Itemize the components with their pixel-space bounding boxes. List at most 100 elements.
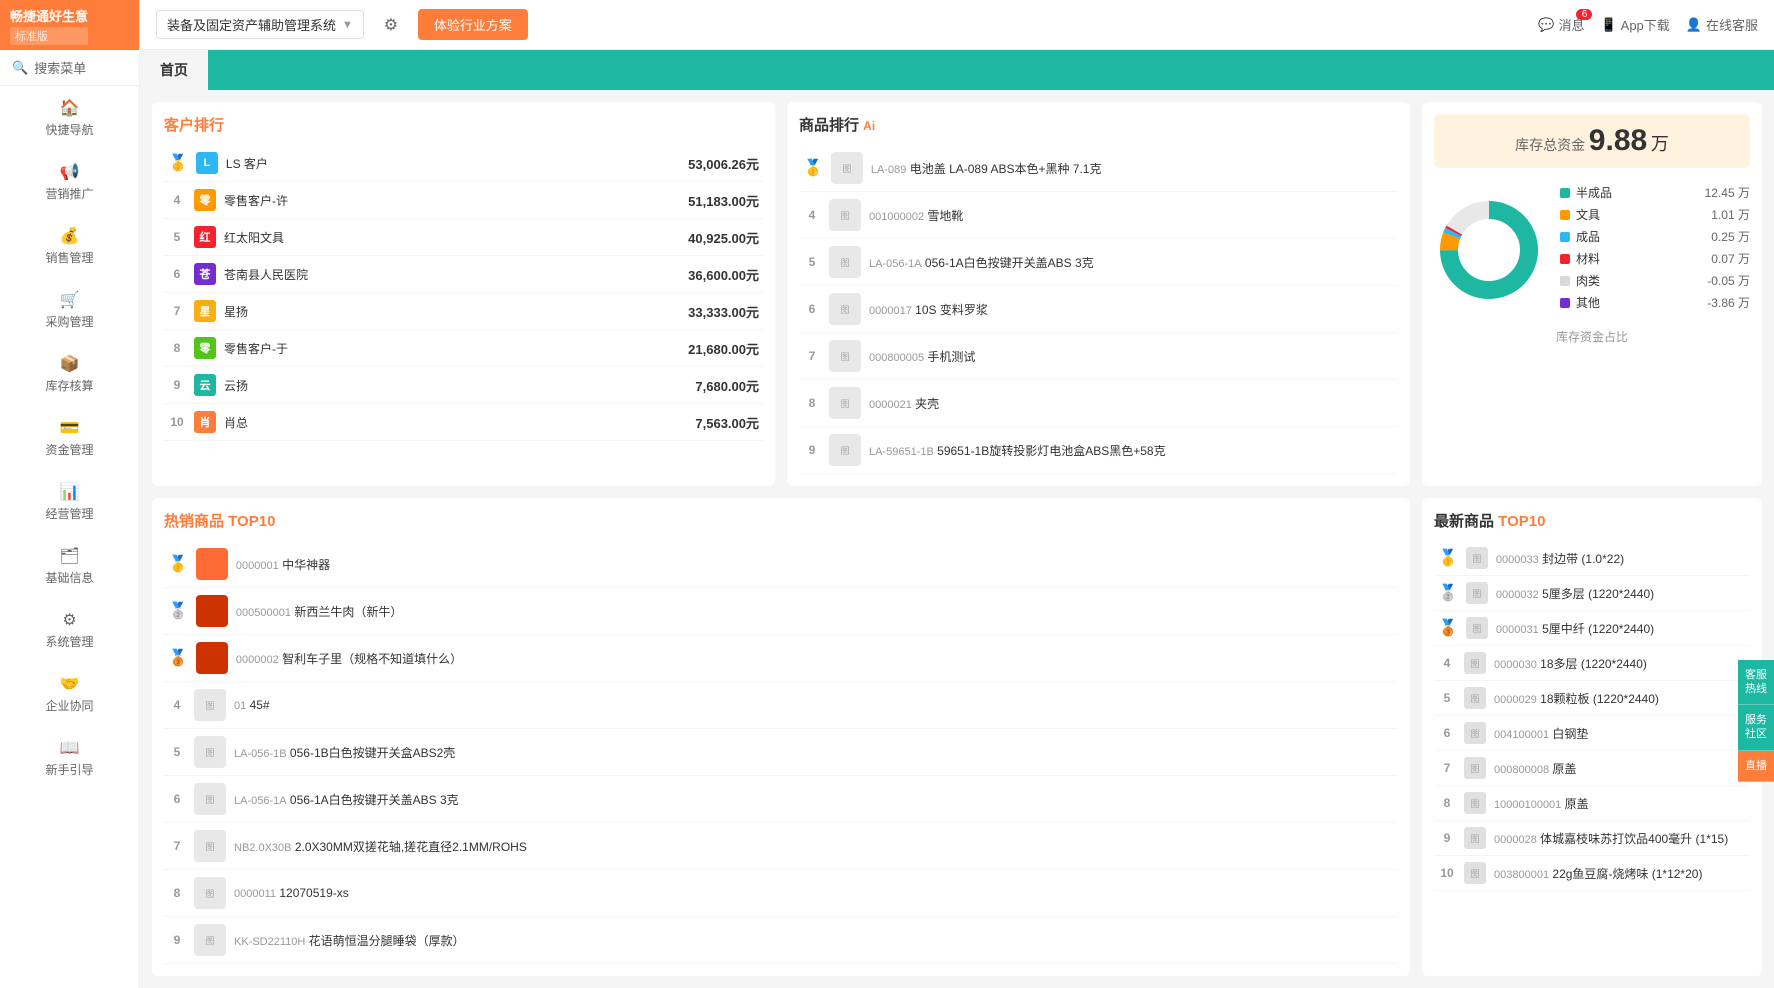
medal-icon: 🥇: [168, 153, 188, 173]
sidebar-item-label: 新手引导: [45, 761, 93, 778]
medal-icon: 🥉: [168, 648, 188, 668]
legend-item: 其他 -3.86 万: [1560, 294, 1750, 311]
list-item: 4 零 零售客户-许 51,183.00元: [164, 182, 763, 219]
product-image: [196, 595, 228, 627]
product-info: 01 45#: [234, 698, 1394, 712]
list-item: 5 图 LA-056-1B 056-1B白色按键开关盒ABS2壳: [164, 729, 1398, 776]
customer-value: 21,680.00元: [688, 339, 759, 358]
rank-number: 8: [803, 396, 821, 410]
tab-home[interactable]: 首页: [140, 50, 208, 90]
sidebar-item-management[interactable]: 📊 经营管理: [0, 470, 139, 534]
rank-number: 5: [803, 255, 821, 269]
customer-badge: 苍: [194, 263, 216, 285]
legend-label: 材料: [1576, 250, 1705, 267]
list-item: 7 星 星扬 33,333.00元: [164, 293, 763, 330]
service-label: 客服热线: [1745, 669, 1767, 695]
customer-value: 7,680.00元: [695, 376, 759, 395]
list-item: 4 图 001000002 雪地靴: [799, 192, 1398, 239]
sidebar-item-inventory[interactable]: 📦 库存核算: [0, 342, 139, 406]
list-item: 6 苍 苍南县人民医院 36,600.00元: [164, 256, 763, 293]
sidebar-item-finance[interactable]: 💳 资金管理: [0, 406, 139, 470]
customer-value: 36,600.00元: [688, 265, 759, 284]
product-image: 图: [829, 387, 861, 419]
sidebar: 畅捷通好生意 标准版 🔍 搜索菜单 🏠 快捷导航 📢 营销推广 💰 销售管理 🛒…: [0, 0, 140, 988]
sidebar-item-marketing[interactable]: 📢 营销推广: [0, 150, 139, 214]
sidebar-item-quick-nav[interactable]: 🏠 快捷导航: [0, 86, 139, 150]
system-selector[interactable]: 装备及固定资产辅助管理系统 ▼: [156, 10, 364, 39]
product-info: 003800001 22g鱼豆腐-烧烤味 (1*12*20): [1494, 865, 1746, 882]
service-community-button[interactable]: 服务社区: [1738, 705, 1774, 751]
customer-service-button[interactable]: 客服热线: [1738, 660, 1774, 706]
product-info: LA-056-1A 056-1A白色按键开关盖ABS 3克: [869, 254, 1394, 271]
online-service-button[interactable]: 👤 在线客服: [1686, 15, 1758, 34]
customer-ranking-title: 客户排行: [164, 114, 763, 135]
sidebar-item-label: 企业协同: [45, 697, 93, 714]
live-button[interactable]: 直播: [1738, 751, 1774, 782]
legend-label: 肉类: [1576, 272, 1701, 289]
list-item: 8 图 10000100001 原盖: [1434, 786, 1750, 821]
product-info: LA-056-1B 056-1B白色按键开关盒ABS2壳: [234, 744, 1394, 761]
message-button[interactable]: 💬 消息 6: [1538, 15, 1584, 34]
medal-icon: 🥇: [168, 554, 188, 574]
legend-item: 文具 1.01 万: [1560, 206, 1750, 223]
search-menu-label: 搜索菜单: [34, 58, 86, 77]
customer-badge: L: [196, 152, 218, 174]
scroll-content: 客户排行 🥇 L LS 客户 53,006.26元 4 零 零售客户-许 51,…: [140, 90, 1774, 988]
sidebar-item-basic-info[interactable]: 🗂 基础信息: [0, 534, 139, 598]
rank-number: 4: [1438, 656, 1456, 670]
product-info: 004100001 白钢垫: [1494, 725, 1746, 742]
product-icon: 图: [1466, 582, 1488, 604]
top-bar: 装备及固定资产辅助管理系统 ▼ ⚙ 体验行业方案 💬 消息 6 📱 App下载 …: [140, 0, 1774, 50]
product-info: 0000029 18颗粒板 (1220*2440): [1494, 690, 1746, 707]
customer-name: 云扬: [224, 377, 687, 394]
legend-item: 材料 0.07 万: [1560, 250, 1750, 267]
customer-name: 红太阳文具: [224, 229, 680, 246]
product-icon: 图: [1464, 722, 1486, 744]
list-item: 5 图 LA-056-1A 056-1A白色按键开关盖ABS 3克: [799, 239, 1398, 286]
product-icon: 图: [1464, 792, 1486, 814]
sidebar-item-sales[interactable]: 💰 销售管理: [0, 214, 139, 278]
list-item: 5 图 0000029 18颗粒板 (1220*2440): [1434, 681, 1750, 716]
product-info: 0000021 夹壳: [869, 395, 1394, 412]
float-buttons: 客服热线 服务社区 直播: [1738, 660, 1774, 782]
product-image: 图: [831, 152, 863, 184]
sidebar-item-label: 快捷导航: [45, 121, 93, 138]
product-ranking-panel: 商品排行 Ai 🥇 图 LA-089 电池盖 LA-089 ABS本色+黑种 7…: [787, 102, 1410, 486]
product-icon: 图: [1464, 862, 1486, 884]
product-icon: 图: [1464, 757, 1486, 779]
inventory-legend: 半成品 12.45 万 文具 1.01 万 成品 0.25 万: [1560, 184, 1750, 316]
search-menu[interactable]: 🔍 搜索菜单: [0, 50, 139, 86]
settings-button[interactable]: ⚙: [376, 10, 406, 40]
product-info: 000500001 新西兰牛肉（新牛）: [236, 603, 1394, 620]
app-name: 畅捷通好生意: [10, 6, 88, 25]
customer-badge: 零: [194, 337, 216, 359]
trial-button[interactable]: 体验行业方案: [418, 9, 528, 40]
customer-value: 51,183.00元: [688, 191, 759, 210]
app-download-button[interactable]: 📱 App下载: [1600, 15, 1669, 34]
rank-number: 5: [1438, 691, 1456, 705]
sidebar-item-corp[interactable]: 🤝 企业协同: [0, 662, 139, 726]
list-item: 7 图 000800005 手机测试: [799, 333, 1398, 380]
product-info: 10000100001 原盖: [1494, 795, 1746, 812]
list-item: 8 图 0000021 夹壳: [799, 380, 1398, 427]
customer-ranking-list: 🥇 L LS 客户 53,006.26元 4 零 零售客户-许 51,183.0…: [164, 145, 763, 441]
list-item: 7 图 000800008 原盖: [1434, 751, 1750, 786]
rank-number: 5: [168, 230, 186, 244]
inventory-total-label: 库存总资金: [1515, 137, 1585, 153]
product-ranking-list: 🥇 图 LA-089 电池盖 LA-089 ABS本色+黑种 7.1克 4 图 …: [799, 145, 1398, 474]
sidebar-item-system[interactable]: ⚙ 系统管理: [0, 598, 139, 662]
product-info: 000800008 原盖: [1494, 760, 1746, 777]
live-label: 直播: [1745, 760, 1767, 772]
sales-icon: 💰: [60, 226, 80, 246]
donut-chart: [1434, 195, 1544, 305]
list-item: 🥇 图 LA-089 电池盖 LA-089 ABS本色+黑种 7.1克: [799, 145, 1398, 192]
medal-icon: 🥇: [803, 158, 823, 178]
customer-name: 星扬: [224, 303, 680, 320]
search-icon: 🔍: [12, 60, 28, 76]
list-item: 7 图 NB2.0X30B 2.0X30MM双搓花轴,搓花直径2.1MM/ROH…: [164, 823, 1398, 870]
finance-icon: 💳: [60, 418, 80, 438]
list-item: 9 图 0000028 体城嘉枝味苏打饮品400毫升 (1*15): [1434, 821, 1750, 856]
home-icon: 🏠: [60, 98, 80, 118]
sidebar-item-purchase[interactable]: 🛒 采购管理: [0, 278, 139, 342]
sidebar-item-guide[interactable]: 📖 新手引导: [0, 726, 139, 790]
